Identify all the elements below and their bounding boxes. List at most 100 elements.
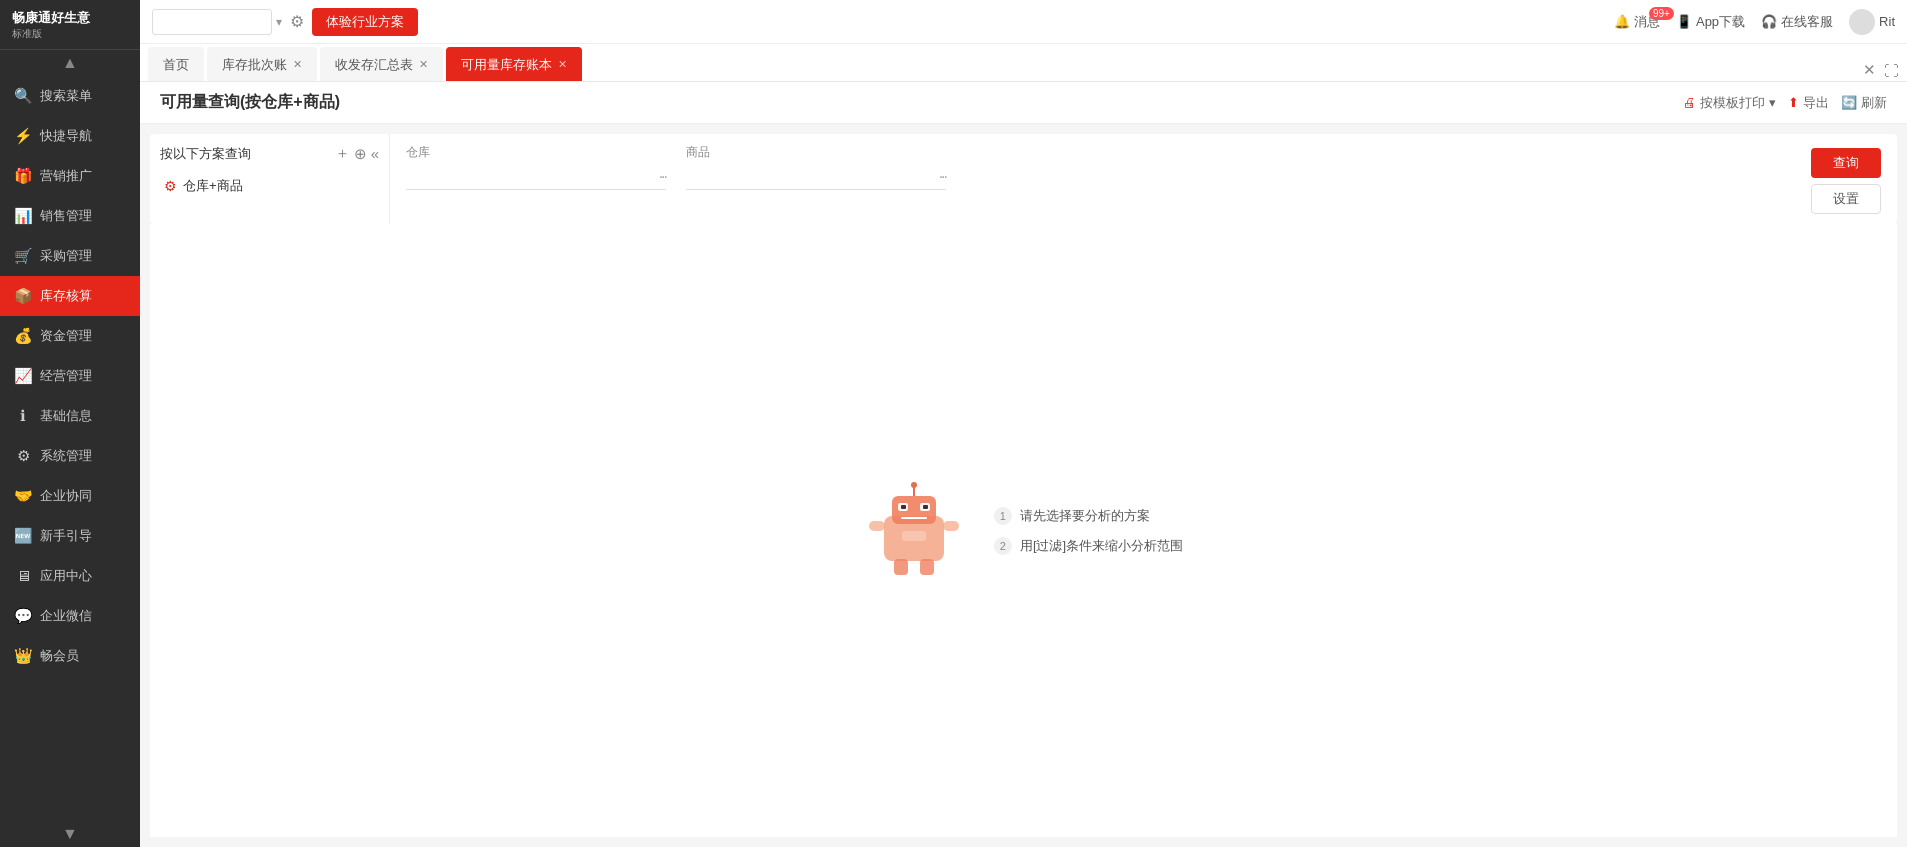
sidebar-scroll-down[interactable]: ▼ xyxy=(0,821,140,847)
sidebar-icon-4: 🛒 xyxy=(14,247,32,265)
tab-available-inventory-label: 可用量库存账本 xyxy=(461,56,552,74)
collapse-icon[interactable]: « xyxy=(371,145,379,162)
product-more-icon[interactable]: ··· xyxy=(939,168,946,186)
tab-summary-close[interactable]: ✕ xyxy=(419,58,428,71)
sidebar-item-1[interactable]: ⚡ 快捷导航 xyxy=(0,116,140,156)
message-icon[interactable]: 🔔 消息 99+ xyxy=(1614,13,1660,31)
sidebar-item-11[interactable]: 🆕 新手引导 xyxy=(0,516,140,556)
sidebar-icon-0: 🔍 xyxy=(14,87,32,105)
empty-hints: 1 请先选择要分析的方案 2 用[过滤]条件来缩小分析范围 xyxy=(994,507,1183,555)
settings-btn[interactable]: 设置 xyxy=(1811,184,1881,214)
tab-home-label: 首页 xyxy=(163,56,189,74)
sidebar-item-12[interactable]: 🖥 应用中心 xyxy=(0,556,140,596)
scheme-label: 仓库+商品 xyxy=(183,177,243,195)
print-label: 按模板打印 xyxy=(1700,94,1765,112)
print-btn[interactable]: 🖨 按模板打印 ▾ xyxy=(1683,94,1776,112)
sidebar-item-8[interactable]: ℹ 基础信息 xyxy=(0,396,140,436)
sidebar-label-13: 企业微信 xyxy=(40,607,92,625)
warehouse-more-icon[interactable]: ··· xyxy=(659,168,666,186)
sidebar-label-14: 畅会员 xyxy=(40,647,79,665)
sidebar-icon-3: 📊 xyxy=(14,207,32,225)
scheme-icon: ⚙ xyxy=(164,178,177,194)
sidebar-item-13[interactable]: 💬 企业微信 xyxy=(0,596,140,636)
app-title: 畅康通好生意 xyxy=(12,10,128,27)
query-left-panel: 按以下方案查询 ＋ ⊕ « ⚙ 仓库+商品 xyxy=(150,134,390,224)
query-buttons: 查询 设置 xyxy=(1811,144,1881,214)
filter-warehouse-input[interactable] xyxy=(406,170,655,185)
sidebar-label-7: 经营管理 xyxy=(40,367,92,385)
sidebar-scroll-up[interactable]: ▲ xyxy=(0,50,140,76)
tab-inventory-batch-close[interactable]: ✕ xyxy=(293,58,302,71)
svg-point-8 xyxy=(911,482,917,488)
sidebar-item-7[interactable]: 📈 经营管理 xyxy=(0,356,140,396)
query-btn[interactable]: 查询 xyxy=(1811,148,1881,178)
sidebar-item-2[interactable]: 🎁 营销推广 xyxy=(0,156,140,196)
tab-inventory-batch[interactable]: 库存批次账 ✕ xyxy=(207,47,317,81)
sidebar-item-6[interactable]: 💰 资金管理 xyxy=(0,316,140,356)
query-section-label: 按以下方案查询 xyxy=(160,145,251,163)
hint-num-2: 2 xyxy=(994,537,1012,555)
filter-product-input-wrap: ··· xyxy=(686,165,946,190)
online-service-label: 在线客服 xyxy=(1781,13,1833,31)
topbar: ▾ ⚙ 体验行业方案 🔔 消息 99+ 📱 App下载 🎧 在线客服 Rit xyxy=(140,0,1907,44)
app-download-btn[interactable]: 📱 App下载 xyxy=(1676,13,1745,31)
sidebar-item-0[interactable]: 🔍 搜索菜单 xyxy=(0,76,140,116)
chevron-down-icon[interactable]: ▾ xyxy=(276,15,282,29)
sidebar-item-3[interactable]: 📊 销售管理 xyxy=(0,196,140,236)
tab-available-inventory[interactable]: 可用量库存账本 ✕ xyxy=(446,47,582,81)
app-subtitle: 标准版 xyxy=(12,27,128,41)
hint-text-2: 用[过滤]条件来缩小分析范围 xyxy=(1020,537,1183,555)
gear-icon[interactable]: ⚙ xyxy=(290,12,304,31)
online-service-btn[interactable]: 🎧 在线客服 xyxy=(1761,13,1833,31)
page-content: 可用量查询(按仓库+商品) 🖨 按模板打印 ▾ ⬆ 导出 🔄 刷新 xyxy=(140,82,1907,847)
tab-home[interactable]: 首页 xyxy=(148,47,204,81)
tab-close-all-btn[interactable]: ✕ xyxy=(1863,61,1876,79)
sidebar-label-2: 营销推广 xyxy=(40,167,92,185)
user-name: Rit xyxy=(1879,14,1895,29)
sidebar-icon-2: 🎁 xyxy=(14,167,32,185)
user-menu[interactable]: Rit xyxy=(1849,9,1895,35)
sidebar-label-9: 系统管理 xyxy=(40,447,92,465)
scheme-item-warehouse-product[interactable]: ⚙ 仓库+商品 xyxy=(150,171,389,201)
sidebar-label-0: 搜索菜单 xyxy=(40,87,92,105)
hint-item-1: 1 请先选择要分析的方案 xyxy=(994,507,1183,525)
sidebar-item-4[interactable]: 🛒 采购管理 xyxy=(0,236,140,276)
add-scheme-icon[interactable]: ＋ xyxy=(335,144,350,163)
empty-illustration xyxy=(864,481,964,581)
sidebar-label-10: 企业协同 xyxy=(40,487,92,505)
sidebar-label-11: 新手引导 xyxy=(40,527,92,545)
sidebar-item-14[interactable]: 👑 畅会员 xyxy=(0,636,140,676)
tab-summary-label: 收发存汇总表 xyxy=(335,56,413,74)
filter-product-input[interactable] xyxy=(686,170,935,185)
settings-scheme-icon[interactable]: ⊕ xyxy=(354,145,367,163)
sidebar-label-6: 资金管理 xyxy=(40,327,92,345)
sidebar-menu: 🔍 搜索菜单⚡ 快捷导航🎁 营销推广📊 销售管理🛒 采购管理📦 库存核算💰 资金… xyxy=(0,76,140,821)
sidebar-icon-12: 🖥 xyxy=(14,567,32,584)
filter-warehouse-label: 仓库 xyxy=(406,144,666,161)
filter-product-label: 商品 xyxy=(686,144,946,161)
sidebar-label-5: 库存核算 xyxy=(40,287,92,305)
filter-product: 商品 ··· xyxy=(686,144,946,190)
tab-maximize-btn[interactable]: ⛶ xyxy=(1884,62,1899,79)
page-header: 可用量查询(按仓库+商品) 🖨 按模板打印 ▾ ⬆ 导出 🔄 刷新 xyxy=(140,82,1907,124)
export-label: 导出 xyxy=(1803,94,1829,112)
search-input[interactable] xyxy=(152,9,272,35)
sidebar-label-4: 采购管理 xyxy=(40,247,92,265)
refresh-btn[interactable]: 🔄 刷新 xyxy=(1841,94,1887,112)
industry-btn[interactable]: 体验行业方案 xyxy=(312,8,418,36)
export-btn[interactable]: ⬆ 导出 xyxy=(1788,94,1829,112)
sidebar-icon-6: 💰 xyxy=(14,327,32,345)
filter-warehouse: 仓库 ··· xyxy=(406,144,666,190)
tabbar: 首页 库存批次账 ✕ 收发存汇总表 ✕ 可用量库存账本 ✕ ✕ ⛶ xyxy=(140,44,1907,82)
tab-available-inventory-close[interactable]: ✕ xyxy=(558,58,567,71)
sidebar-label-12: 应用中心 xyxy=(40,567,92,585)
sidebar-item-10[interactable]: 🤝 企业协同 xyxy=(0,476,140,516)
sidebar-item-9[interactable]: ⚙ 系统管理 xyxy=(0,436,140,476)
main-area: ▾ ⚙ 体验行业方案 🔔 消息 99+ 📱 App下载 🎧 在线客服 Rit xyxy=(140,0,1907,847)
export-icon: ⬆ xyxy=(1788,95,1799,110)
tab-summary[interactable]: 收发存汇总表 ✕ xyxy=(320,47,443,81)
message-badge: 99+ xyxy=(1649,7,1674,20)
sidebar-item-5[interactable]: 📦 库存核算 xyxy=(0,276,140,316)
sidebar-icon-8: ℹ xyxy=(14,407,32,425)
topbar-search: ▾ xyxy=(152,9,282,35)
